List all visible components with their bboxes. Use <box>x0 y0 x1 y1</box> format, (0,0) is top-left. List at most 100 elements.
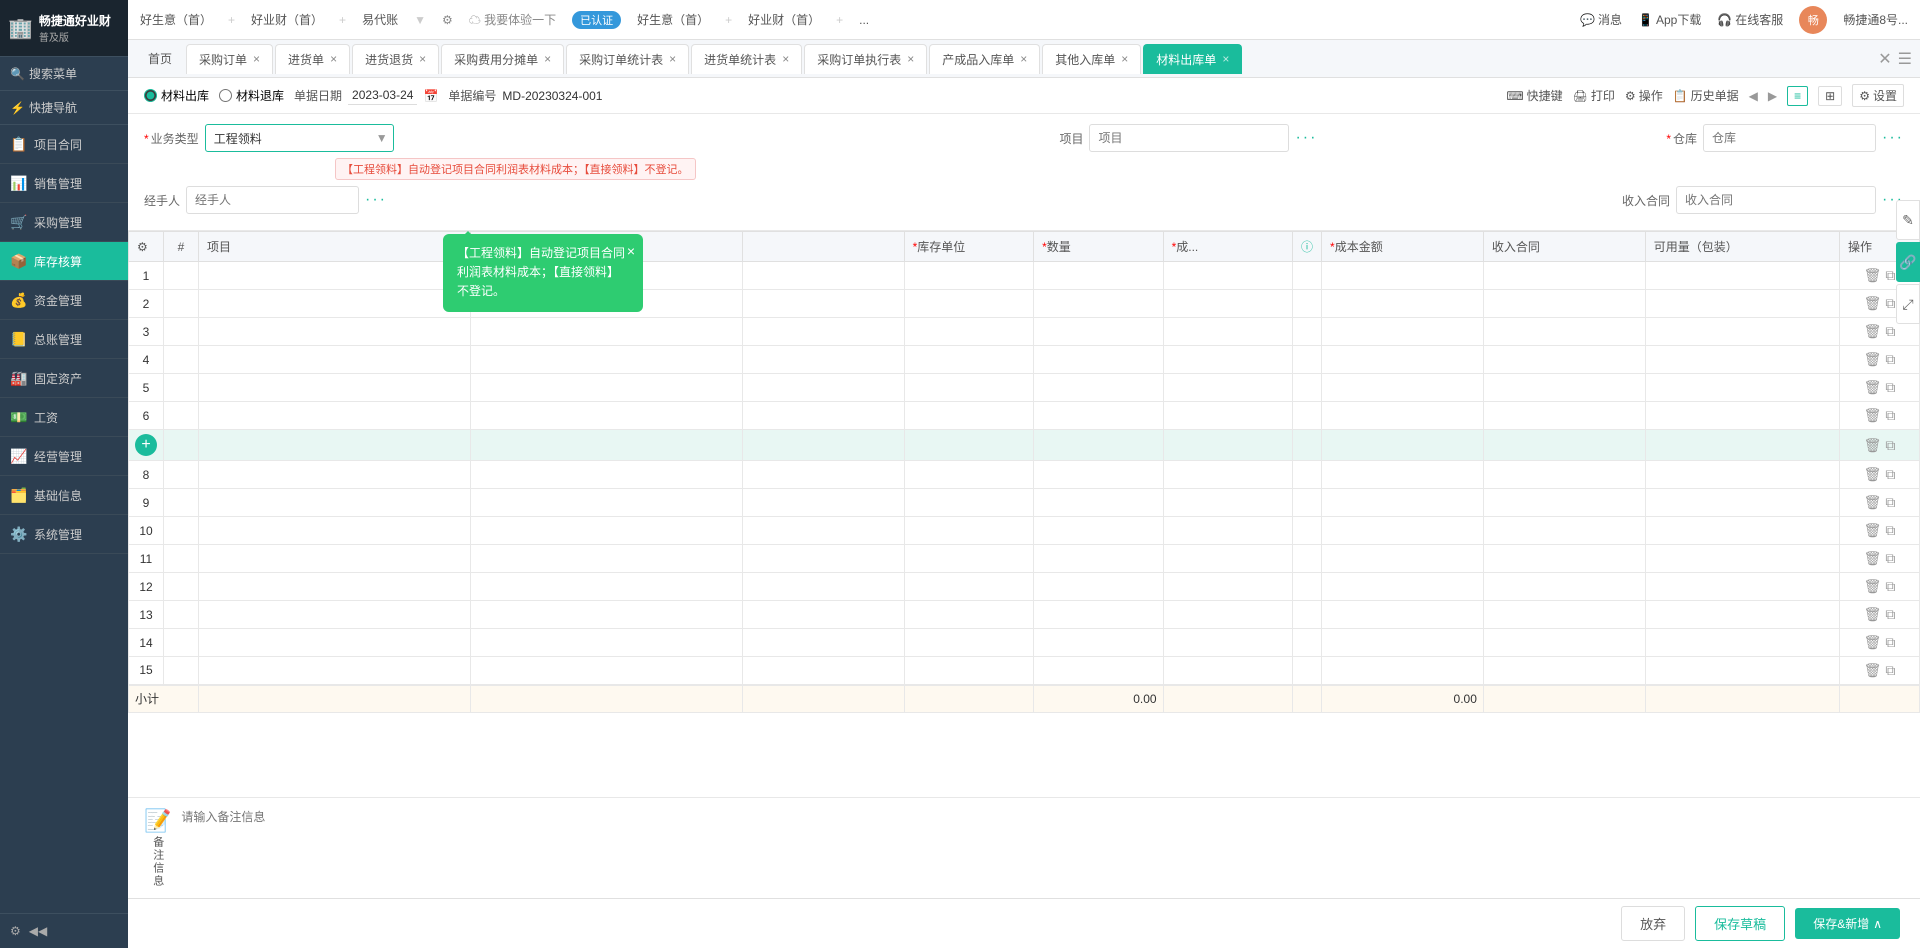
tab-close-purchase-stats[interactable]: × <box>669 52 676 66</box>
calendar-icon[interactable]: 📅 <box>423 89 438 103</box>
topbar-experience[interactable]: ☁ 我要体验一下 <box>469 11 556 28</box>
tab-close-incoming-stats[interactable]: × <box>782 52 789 66</box>
project-input[interactable] <box>1089 124 1289 152</box>
tab-material-outbound[interactable]: 材料出库单 × <box>1143 44 1242 74</box>
copy-row-icon[interactable]: ⧉ <box>1885 578 1895 595</box>
online-service-btn[interactable]: 🎧 在线客服 <box>1717 11 1783 28</box>
info-icon[interactable]: ⓘ <box>1301 240 1313 254</box>
tab-purchase-order[interactable]: 采购订单 × <box>186 44 273 74</box>
sidebar-item-system[interactable]: ⚙️ 系统管理 <box>0 515 128 554</box>
tab-close-other-inbound[interactable]: × <box>1121 52 1128 66</box>
copy-row-icon[interactable]: ⧉ <box>1885 323 1895 340</box>
delete-row-icon[interactable]: 🗑 <box>1864 323 1882 340</box>
copy-row-icon[interactable]: ⧉ <box>1885 494 1895 511</box>
project-dots-icon[interactable]: ··· <box>1295 129 1317 147</box>
sidebar-item-finance[interactable]: 💰 资金管理 <box>0 281 128 320</box>
copy-row-icon[interactable]: ⧉ <box>1885 466 1895 483</box>
delete-row-icon[interactable]: 🗑 <box>1864 267 1882 284</box>
delete-row-icon[interactable]: 🗑 <box>1864 295 1882 312</box>
topbar-good-biz[interactable]: 好生意（首） <box>140 11 212 28</box>
tab-finished-goods[interactable]: 产成品入库单 × <box>929 44 1040 74</box>
side-link-icon[interactable]: 🔗 <box>1896 242 1920 282</box>
tab-close-purchase-expense[interactable]: × <box>544 52 551 66</box>
delete-row-icon[interactable]: 🗑 <box>1864 437 1882 454</box>
save-new-btn[interactable]: 保存&新增 ∧ <box>1795 908 1900 939</box>
copy-row-icon[interactable]: ⧉ <box>1885 295 1895 312</box>
list-view-btn[interactable]: ≡ <box>1787 86 1808 106</box>
date-value[interactable]: 2023-03-24 <box>348 86 417 105</box>
income-contract-input[interactable] <box>1676 186 1876 214</box>
print-btn[interactable]: 🖨 打印 <box>1573 87 1615 104</box>
tab-incoming-return[interactable]: 进货退货 × <box>352 44 439 74</box>
copy-row-icon[interactable]: ⧉ <box>1885 407 1895 424</box>
business-type-input[interactable] <box>205 124 394 152</box>
tab-close-incoming[interactable]: × <box>330 52 337 66</box>
copy-row-icon[interactable]: ⧉ <box>1885 522 1895 539</box>
handler-input[interactable] <box>186 186 359 214</box>
radio-material-return[interactable]: 材料退库 <box>219 87 284 104</box>
warehouse-dots-icon[interactable]: ··· <box>1882 129 1904 147</box>
history-btn[interactable]: 📋 历史单据 <box>1673 87 1739 104</box>
notes-input[interactable] <box>181 808 1904 838</box>
topbar-good-wealth[interactable]: 好业财（首） <box>251 11 323 28</box>
radio-material-out[interactable]: 材料出库 <box>144 87 209 104</box>
sidebar-item-project[interactable]: 📋 项目合同 <box>0 125 128 164</box>
delete-row-icon[interactable]: 🗑 <box>1864 550 1882 567</box>
grid-view-btn[interactable]: ⊞ <box>1818 86 1842 106</box>
operation-btn[interactable]: ⚙ 操作 <box>1625 87 1663 104</box>
sidebar-item-assets[interactable]: 🏭 固定资产 <box>0 359 128 398</box>
tab-purchase-stats[interactable]: 采购订单统计表 × <box>566 44 689 74</box>
th-settings[interactable]: ⚙ <box>129 232 164 262</box>
sidebar-item-operations[interactable]: 📈 经营管理 <box>0 437 128 476</box>
delete-row-icon[interactable]: 🗑 <box>1864 494 1882 511</box>
delete-row-icon[interactable]: 🗑 <box>1864 634 1882 651</box>
shortcut-btn[interactable]: ⌨ 快捷键 <box>1506 87 1562 104</box>
message-btn[interactable]: 💬 消息 <box>1580 11 1622 28</box>
tab-incoming-stats[interactable]: 进货单统计表 × <box>691 44 802 74</box>
user-avatar[interactable]: 畅 <box>1799 6 1827 34</box>
quick-nav[interactable]: ⚡ 快捷导航 <box>0 91 128 125</box>
sidebar-item-basic[interactable]: 🗂️ 基础信息 <box>0 476 128 515</box>
handler-dots-icon[interactable]: ··· <box>365 191 387 209</box>
tab-close-material-outbound[interactable]: × <box>1222 52 1229 66</box>
tab-other-inbound[interactable]: 其他入库单 × <box>1042 44 1141 74</box>
delete-row-icon[interactable]: 🗑 <box>1864 379 1882 396</box>
sidebar-item-accounting[interactable]: 📒 总账管理 <box>0 320 128 359</box>
tab-list-icon[interactable]: ☰ <box>1898 49 1912 69</box>
tab-purchase-expense[interactable]: 采购费用分摊单 × <box>441 44 564 74</box>
collapse-icon[interactable]: ◀◀ <box>29 924 47 938</box>
delete-row-icon[interactable]: 🗑 <box>1864 466 1882 483</box>
gear-settings-icon[interactable]: ⚙ <box>442 13 453 27</box>
side-expand-icon[interactable]: ⤢ <box>1896 284 1920 324</box>
delete-row-icon[interactable]: 🗑 <box>1864 662 1882 679</box>
delete-row-icon[interactable]: 🗑 <box>1864 606 1882 623</box>
search-menu[interactable]: 🔍 搜索菜单 <box>0 57 128 91</box>
sidebar-item-salary[interactable]: 💵 工资 <box>0 398 128 437</box>
copy-row-icon[interactable]: ⧉ <box>1885 437 1895 454</box>
copy-row-icon[interactable]: ⧉ <box>1885 351 1895 368</box>
tab-close-finished-goods[interactable]: × <box>1020 52 1027 66</box>
sidebar-item-purchase[interactable]: 🛒 采购管理 <box>0 203 128 242</box>
row7-material-input[interactable] <box>477 438 736 452</box>
delete-row-icon[interactable]: 🗑 <box>1864 407 1882 424</box>
row7-project-input[interactable] <box>205 438 464 452</box>
settings-col-icon[interactable]: ⚙ <box>137 240 148 254</box>
topbar-biz2[interactable]: 好生意（首） <box>637 11 709 28</box>
delete-row-icon[interactable]: 🗑 <box>1864 351 1882 368</box>
sidebar-bottom[interactable]: ⚙ ◀◀ <box>0 913 128 948</box>
tooltip-close-btn[interactable]: × <box>627 240 635 262</box>
tab-close-incoming-return[interactable]: × <box>419 52 426 66</box>
discard-btn[interactable]: 放弃 <box>1621 906 1685 941</box>
save-draft-btn[interactable]: 保存草稿 <box>1695 906 1785 941</box>
copy-row-icon[interactable]: ⧉ <box>1885 634 1895 651</box>
side-edit-icon[interactable]: ✎ <box>1896 200 1920 240</box>
tab-close-all-icon[interactable]: ✕ <box>1878 49 1891 69</box>
topbar-more[interactable]: ... <box>859 13 869 27</box>
settings-form-btn[interactable]: ⚙ 设置 <box>1852 84 1904 107</box>
tab-purchase-exec[interactable]: 采购订单执行表 × <box>804 44 927 74</box>
tab-close-purchase-exec[interactable]: × <box>907 52 914 66</box>
copy-row-icon[interactable]: ⧉ <box>1885 267 1895 284</box>
prev-icon[interactable]: ◀ <box>1749 89 1758 103</box>
copy-row-icon[interactable]: ⧉ <box>1885 550 1895 567</box>
tab-home[interactable]: 首页 <box>136 44 184 74</box>
